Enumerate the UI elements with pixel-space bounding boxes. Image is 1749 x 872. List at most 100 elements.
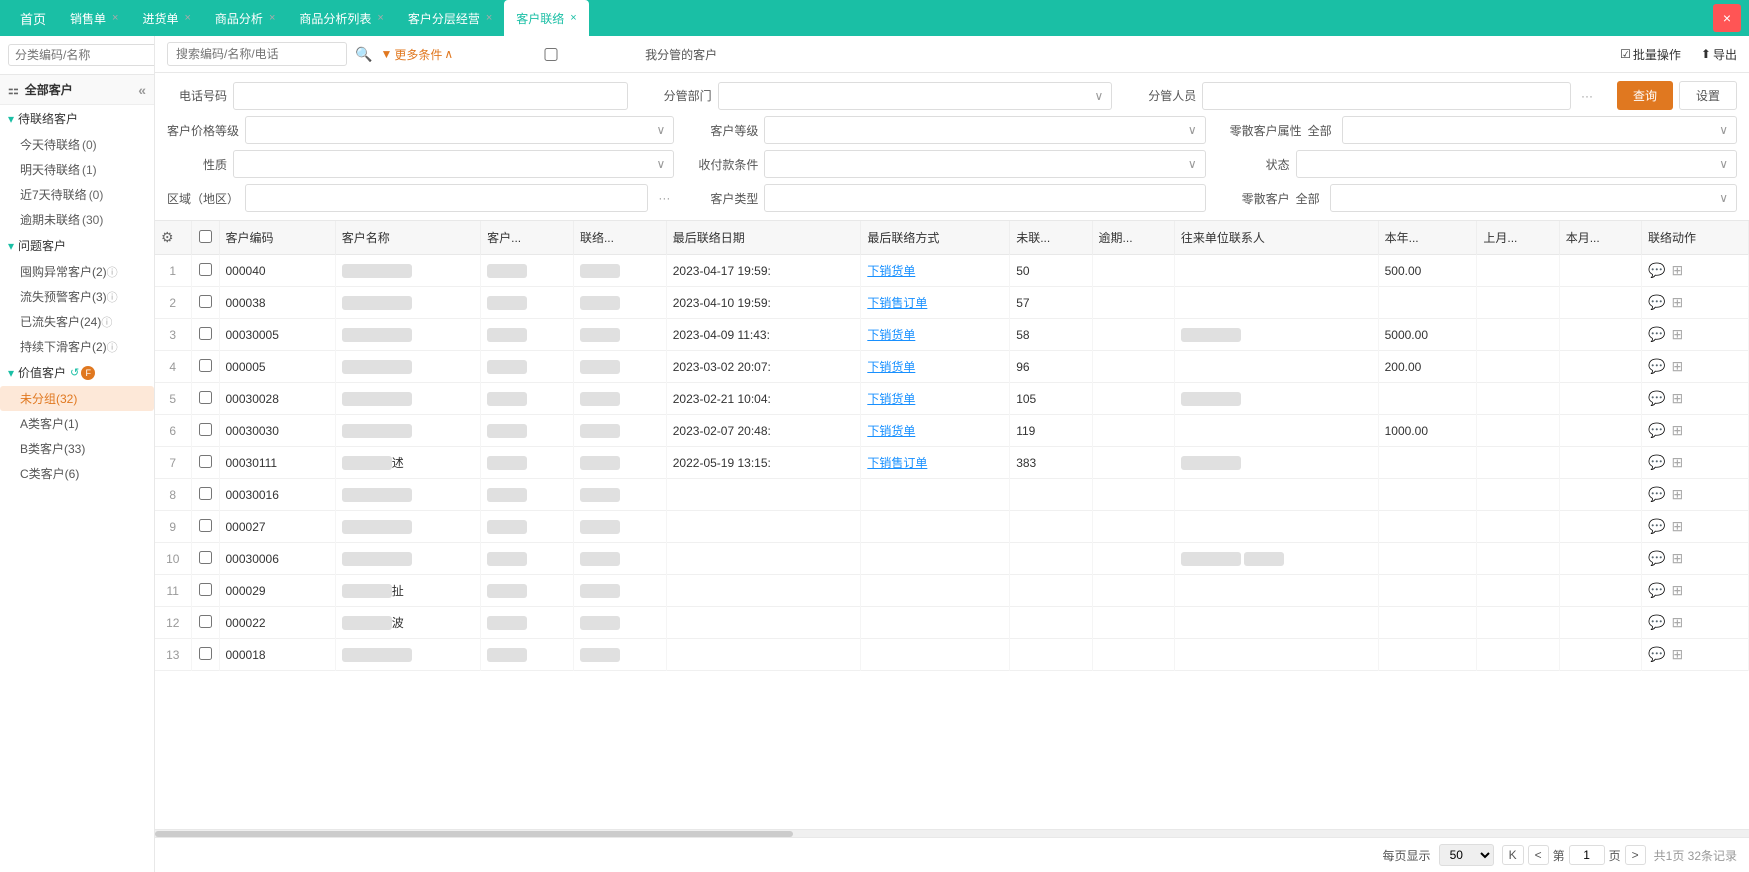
contact-method-link[interactable]: 下销货单 (867, 264, 915, 278)
message-icon[interactable]: 💬 (1648, 518, 1665, 535)
row-checkbox[interactable] (199, 327, 212, 340)
close-sales-order-icon[interactable]: × (112, 12, 118, 24)
sidebar-item-churned[interactable]: 已流失客户(24) ⓘ (0, 309, 154, 334)
home-tab[interactable]: 首页 (8, 0, 58, 36)
grid-action-icon[interactable]: ⊞ (1671, 646, 1683, 663)
grid-action-icon[interactable]: ⊞ (1671, 486, 1683, 503)
search-button[interactable]: 🔍 (355, 46, 372, 63)
message-icon[interactable]: 💬 (1648, 262, 1665, 279)
grid-action-icon[interactable]: ⊞ (1671, 326, 1683, 343)
message-icon[interactable]: 💬 (1648, 326, 1665, 343)
row-checkbox[interactable] (199, 583, 212, 596)
select-all-checkbox[interactable] (199, 230, 212, 243)
row-checkbox[interactable] (199, 391, 212, 404)
dept-select[interactable]: ∨ (718, 82, 1113, 110)
pending-contact-group[interactable]: ▾ 待联络客户 (0, 105, 154, 132)
grid-action-icon[interactable]: ⊞ (1671, 358, 1683, 375)
row-checkbox[interactable] (199, 295, 212, 308)
tab-customer-segment[interactable]: 客户分层经营 × (396, 0, 504, 36)
message-icon[interactable]: 💬 (1648, 454, 1665, 471)
sidebar-item-overdue-contact[interactable]: 逾期未联络(30) (0, 207, 154, 232)
row-checkbox[interactable] (199, 615, 212, 628)
close-customer-contact-icon[interactable]: × (570, 12, 576, 24)
phone-input[interactable] (233, 82, 628, 110)
message-icon[interactable]: 💬 (1648, 486, 1665, 503)
close-purchase-order-icon[interactable]: × (184, 12, 190, 24)
all-customers-header[interactable]: ⚏ 全部客户 « (0, 75, 154, 105)
grid-action-icon[interactable]: ⊞ (1671, 582, 1683, 599)
region-input[interactable] (245, 184, 648, 212)
reset-button[interactable]: 设置 (1679, 81, 1737, 110)
customer-type-select[interactable] (764, 184, 1205, 212)
message-icon[interactable]: 💬 (1648, 422, 1665, 439)
settings-gear-icon[interactable]: ⚙ (161, 229, 174, 245)
tab-purchase-order[interactable]: 进货单 × (130, 0, 202, 36)
grid-action-icon[interactable]: ⊞ (1671, 614, 1683, 631)
close-product-analysis-icon[interactable]: × (269, 12, 275, 24)
window-close-button[interactable]: × (1713, 4, 1741, 32)
prev-page-button[interactable]: < (1528, 845, 1549, 865)
contact-method-link[interactable]: 下销货单 (867, 392, 915, 406)
sidebar-item-today-contact[interactable]: 今天待联络(0) (0, 132, 154, 157)
sidebar-item-class-c[interactable]: C类客户(6) (0, 461, 154, 486)
my-customers-checkbox[interactable]: 我分管的客户 (461, 46, 717, 63)
retail-attr-select[interactable]: ∨ (1342, 116, 1737, 144)
tab-sales-order[interactable]: 销售单 × (58, 0, 130, 36)
contact-method-link[interactable]: 下销货单 (867, 360, 915, 374)
page-size-select[interactable]: 50 100 200 (1439, 844, 1494, 866)
sidebar-item-ungrouped[interactable]: 未分组(32) (0, 386, 154, 411)
message-icon[interactable]: 💬 (1648, 582, 1665, 599)
message-icon[interactable]: 💬 (1648, 646, 1665, 663)
category-search-input[interactable] (8, 44, 155, 66)
grid-action-icon[interactable]: ⊞ (1671, 294, 1683, 311)
message-icon[interactable]: 💬 (1648, 358, 1665, 375)
tab-product-analysis-list[interactable]: 商品分析列表 × (287, 0, 395, 36)
sidebar-item-class-a[interactable]: A类客户(1) (0, 411, 154, 436)
sidebar-item-class-b[interactable]: B类客户(33) (0, 436, 154, 461)
grid-action-icon[interactable]: ⊞ (1671, 518, 1683, 535)
row-checkbox[interactable] (199, 263, 212, 276)
more-conditions-button[interactable]: ▼ 更多条件 ∧ (380, 46, 453, 63)
grid-action-icon[interactable]: ⊞ (1671, 550, 1683, 567)
batch-ops-button[interactable]: ☑ 批量操作 (1620, 46, 1681, 63)
refresh-icon[interactable]: ↺ (70, 366, 79, 379)
sidebar-item-churn-warning[interactable]: 流失预警客户(3) ⓘ (0, 284, 154, 309)
row-checkbox[interactable] (199, 487, 212, 500)
row-checkbox[interactable] (199, 551, 212, 564)
message-icon[interactable]: 💬 (1648, 294, 1665, 311)
row-checkbox[interactable] (199, 423, 212, 436)
close-customer-segment-icon[interactable]: × (486, 12, 492, 24)
search-input[interactable] (167, 42, 347, 66)
problem-customer-group[interactable]: ▾ 问题客户 (0, 232, 154, 259)
customer-level-select[interactable]: ∨ (764, 116, 1205, 144)
my-customers-check[interactable] (461, 48, 641, 61)
sidebar-collapse-icon[interactable]: « (138, 82, 146, 98)
grid-action-icon[interactable]: ⊞ (1671, 454, 1683, 471)
status-select[interactable]: ∨ (1296, 150, 1737, 178)
region-dots-button[interactable]: ··· (654, 191, 674, 205)
export-button[interactable]: ⬆ 导出 (1701, 46, 1737, 63)
price-level-select[interactable]: ∨ (245, 116, 674, 144)
row-checkbox[interactable] (199, 519, 212, 532)
message-icon[interactable]: 💬 (1648, 614, 1665, 631)
staff-dots-button[interactable]: ··· (1577, 89, 1597, 103)
close-product-analysis-list-icon[interactable]: × (377, 12, 383, 24)
horizontal-scrollbar[interactable] (155, 829, 1749, 837)
payment-select[interactable]: ∨ (764, 150, 1205, 178)
contact-method-link[interactable]: 下销售订单 (867, 296, 927, 310)
row-checkbox[interactable] (199, 455, 212, 468)
grid-action-icon[interactable]: ⊞ (1671, 422, 1683, 439)
value-customer-group[interactable]: ▾ 价值客户 ↺ F (0, 359, 154, 386)
page-number-input[interactable] (1569, 845, 1605, 865)
staff-input[interactable] (1202, 82, 1571, 110)
sidebar-item-abnormal[interactable]: 囤购异常客户(2) ⓘ (0, 259, 154, 284)
row-checkbox[interactable] (199, 359, 212, 372)
contact-method-link[interactable]: 下销货单 (867, 424, 915, 438)
gender-select[interactable]: ∨ (233, 150, 674, 178)
first-page-button[interactable]: K (1502, 845, 1524, 865)
next-page-button[interactable]: > (1625, 845, 1646, 865)
tab-customer-contact[interactable]: 客户联络 × (504, 0, 588, 36)
contact-method-link[interactable]: 下销货单 (867, 328, 915, 342)
sidebar-item-7days-contact[interactable]: 近7天待联络(0) (0, 182, 154, 207)
scrollbar-thumb[interactable] (155, 831, 793, 837)
